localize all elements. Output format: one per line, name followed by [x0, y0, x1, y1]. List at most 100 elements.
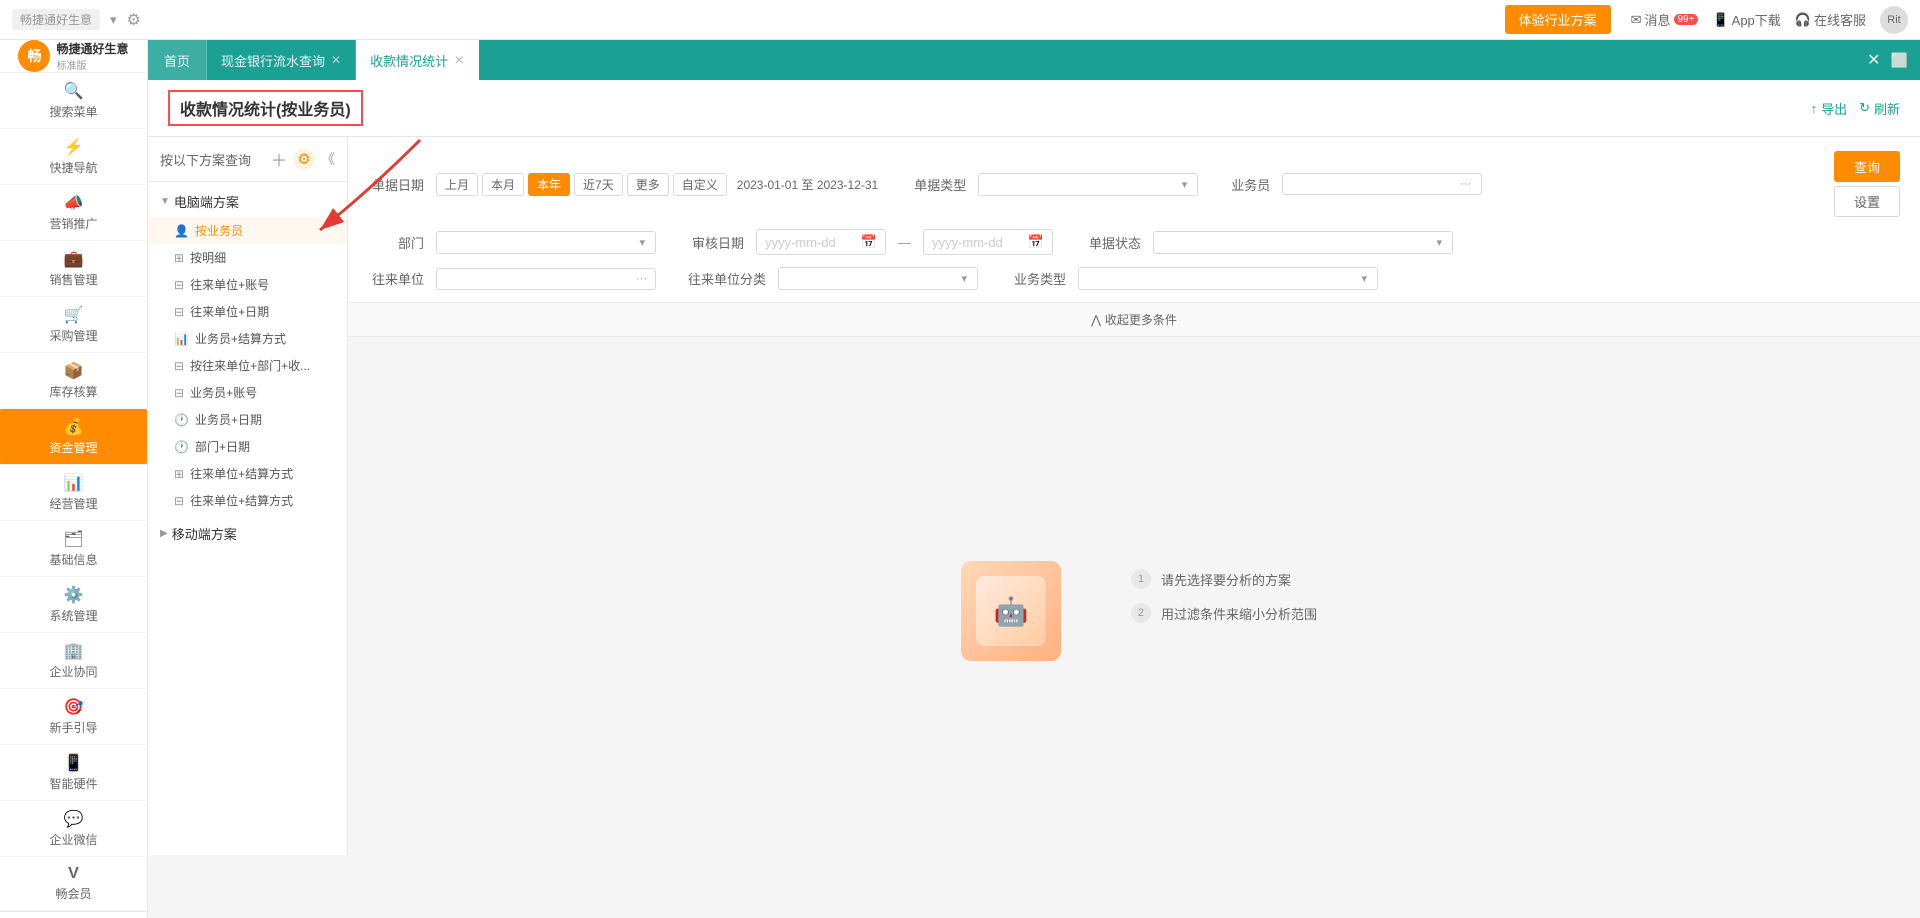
tree-item-salesman-account[interactable]: ⊟ 业务员+账号: [148, 379, 347, 406]
page-body: 收款情况统计(按业务员) ↑ 导出 ↻ 刷新: [148, 80, 1920, 918]
dept-label: 部门: [368, 233, 424, 252]
date-tab-more[interactable]: 更多: [627, 173, 669, 196]
calendar-icon-1: 📅: [861, 234, 877, 250]
salesman-label: 业务员: [1230, 175, 1270, 194]
scheme-title: 按以下方案查询: [160, 150, 265, 169]
sidebar-item-sales[interactable]: 💼 销售管理: [0, 241, 147, 297]
maximize-window-btn[interactable]: ⬜: [1891, 52, 1908, 69]
settings-icon[interactable]: ⚙: [127, 10, 141, 30]
sidebar-item-wechat[interactable]: 💬 企业微信: [0, 801, 147, 857]
sidebar-item-search[interactable]: 🔍 搜索菜单: [0, 73, 147, 129]
sidebar-item-guide[interactable]: 🎯 新手引导: [0, 689, 147, 745]
calendar-icon-2: 📅: [1028, 234, 1044, 250]
logo-icon: 畅: [18, 40, 50, 72]
review-date-from[interactable]: yyyy-mm-dd 📅: [756, 229, 886, 255]
biz-type-label: 业务类型: [1010, 269, 1066, 288]
tree-item-salesman-settle[interactable]: 📊 业务员+结算方式: [148, 325, 347, 352]
tree-expand-icon: ▼: [160, 196, 170, 207]
trial-button[interactable]: 体验行业方案: [1505, 5, 1611, 34]
tab-home[interactable]: 首页: [148, 40, 207, 80]
add-scheme-icon[interactable]: ＋: [271, 147, 287, 171]
export-button[interactable]: ↑ 导出: [1811, 99, 1848, 118]
date-tab-last-month[interactable]: 上月: [436, 173, 478, 196]
dept-select[interactable]: ▾: [436, 231, 656, 254]
sidebar-item-base[interactable]: 🗂 基础信息: [0, 521, 147, 577]
tree-item-by-detail[interactable]: ⊞ 按明细: [148, 244, 347, 271]
review-date-to[interactable]: yyyy-mm-dd 📅: [923, 229, 1053, 255]
message-icon: ✉: [1631, 12, 1642, 28]
sidebar-item-inventory[interactable]: 📦 库存核算: [0, 353, 147, 409]
tree-group-mobile[interactable]: ▶ 移动端方案: [148, 518, 347, 549]
quicknav-icon: ⚡: [64, 137, 84, 157]
bill-type-label: 单据类型: [910, 175, 966, 194]
date-range-display: 2023-01-01 至 2023-12-31: [737, 176, 878, 193]
brand-version: 标准版: [56, 57, 128, 72]
dropdown-arrow-icon[interactable]: ▾: [110, 12, 117, 28]
filter-row-partner: 往来单位 ··· 往来单位分类 ▾ 业务类型: [368, 267, 1900, 290]
member-icon: V: [68, 865, 79, 883]
tree-group-desktop[interactable]: ▼ 电脑端方案: [148, 186, 347, 217]
sidebar-item-system[interactable]: ⚙️ 系统管理: [0, 577, 147, 633]
date-label: 单据日期: [368, 175, 424, 194]
refresh-button[interactable]: ↻ 刷新: [1859, 99, 1900, 118]
sidebar-item-quicknav[interactable]: ⚡ 快捷导航: [0, 129, 147, 185]
empty-state: 🤖 1 请先选择要分析的方案 2 用过滤条件来缩小分析范围: [348, 337, 1920, 855]
tab-collect[interactable]: 收款情况统计 ✕: [356, 40, 479, 80]
export-icon: ↑: [1811, 101, 1818, 116]
date-tab-this-year[interactable]: 本年: [528, 173, 570, 196]
sidebar-item-marketing[interactable]: 📣 营销推广: [0, 185, 147, 241]
top-bar-breadcrumb: 畅捷通好生意: [12, 9, 100, 30]
partner-class-label: 往来单位分类: [688, 269, 766, 288]
date-tab-custom[interactable]: 自定义: [673, 173, 727, 196]
bill-status-select[interactable]: ▾: [1153, 231, 1453, 254]
sidebar-bottom: ⚙ ◀︎: [0, 911, 147, 918]
collapse-scheme-icon[interactable]: 《: [321, 149, 335, 169]
tree-item-partner-account[interactable]: ⊟ 往来单位+账号: [148, 271, 347, 298]
collapse-bar[interactable]: ⋀ 收起更多条件: [348, 302, 1920, 336]
sidebar-item-operation[interactable]: 📊 经营管理: [0, 465, 147, 521]
user-avatar[interactable]: Rit: [1880, 6, 1908, 34]
tree-item-partner-settle2[interactable]: ⊟ 往来单位+结算方式: [148, 487, 347, 514]
tree-item-partner-dept[interactable]: ⊟ 按往来单位+部门+收...: [148, 352, 347, 379]
biz-type-select[interactable]: ▾: [1078, 267, 1378, 290]
online-service-button[interactable]: 🎧 在线客服: [1795, 10, 1866, 29]
marketing-icon: 📣: [64, 193, 84, 213]
tree-item-dept-date[interactable]: 🕐 部门+日期: [148, 433, 347, 460]
tab-bank[interactable]: 现金银行流水查询 ✕: [207, 40, 356, 80]
partner-class-select[interactable]: ▾: [778, 267, 978, 290]
query-button[interactable]: 查询: [1834, 151, 1900, 182]
salesman-select[interactable]: ···: [1282, 173, 1482, 195]
partner-input[interactable]: ···: [436, 268, 656, 290]
date-tabs: 上月 本月 本年 近7天 更多 自定义 2023-01-01 至 2023-12…: [436, 173, 878, 196]
right-content: 单据日期 上月 本月 本年 近7天 更多 自定义 2023-01-01 至 20…: [348, 137, 1920, 855]
salesman-more-icon: ···: [1460, 178, 1471, 190]
tree-item-partner-date[interactable]: ⊟ 往来单位+日期: [148, 298, 347, 325]
step-1-num: 1: [1131, 569, 1151, 589]
settings-filter-button[interactable]: 设置: [1834, 186, 1900, 217]
sidebar-item-finance[interactable]: 💰 资金管理: [0, 409, 147, 465]
tree-item-salesman-date[interactable]: 🕐 业务员+日期: [148, 406, 347, 433]
biz-chevron-icon: ▾: [1361, 272, 1367, 285]
date-tab-7days[interactable]: 近7天: [574, 173, 623, 196]
sidebar-item-member[interactable]: V 畅会员: [0, 857, 147, 911]
sidebar-item-hardware[interactable]: 📱 智能硬件: [0, 745, 147, 801]
app-download-button[interactable]: 📱 App下载: [1712, 10, 1780, 29]
scheme-tree: ▼ 电脑端方案 👤 按业务员 ⊞ 按明细 ⊟: [148, 182, 347, 553]
step-2-num: 2: [1131, 603, 1151, 623]
sidebar-menu: 🔍 搜索菜单 ⚡ 快捷导航 📣 营销推广 💼 销售管理 🛒 采购管理 📦: [0, 73, 147, 911]
sidebar-item-purchase[interactable]: 🛒 采购管理: [0, 297, 147, 353]
dept-chevron-icon: ▾: [639, 236, 645, 249]
close-window-btn[interactable]: ✕: [1867, 50, 1880, 70]
tree-item-by-salesman[interactable]: 👤 按业务员: [148, 217, 347, 244]
tree-item-partner-settle1[interactable]: ⊞ 往来单位+结算方式: [148, 460, 347, 487]
table-icon-2: ⊟: [174, 305, 184, 319]
date-tab-this-month[interactable]: 本月: [482, 173, 524, 196]
tab-bar-actions: ✕ ⬜: [1855, 50, 1920, 70]
message-button[interactable]: ✉ 消息 99+: [1631, 10, 1699, 29]
bill-type-select[interactable]: ▾: [978, 173, 1198, 196]
tab-collect-close[interactable]: ✕: [454, 53, 464, 67]
table-icon-4: ⊟: [174, 386, 184, 400]
sidebar-item-enterprise[interactable]: 🏢 企业协同: [0, 633, 147, 689]
scheme-settings-icon[interactable]: ⚙: [293, 148, 315, 170]
tab-bank-close[interactable]: ✕: [331, 53, 341, 67]
